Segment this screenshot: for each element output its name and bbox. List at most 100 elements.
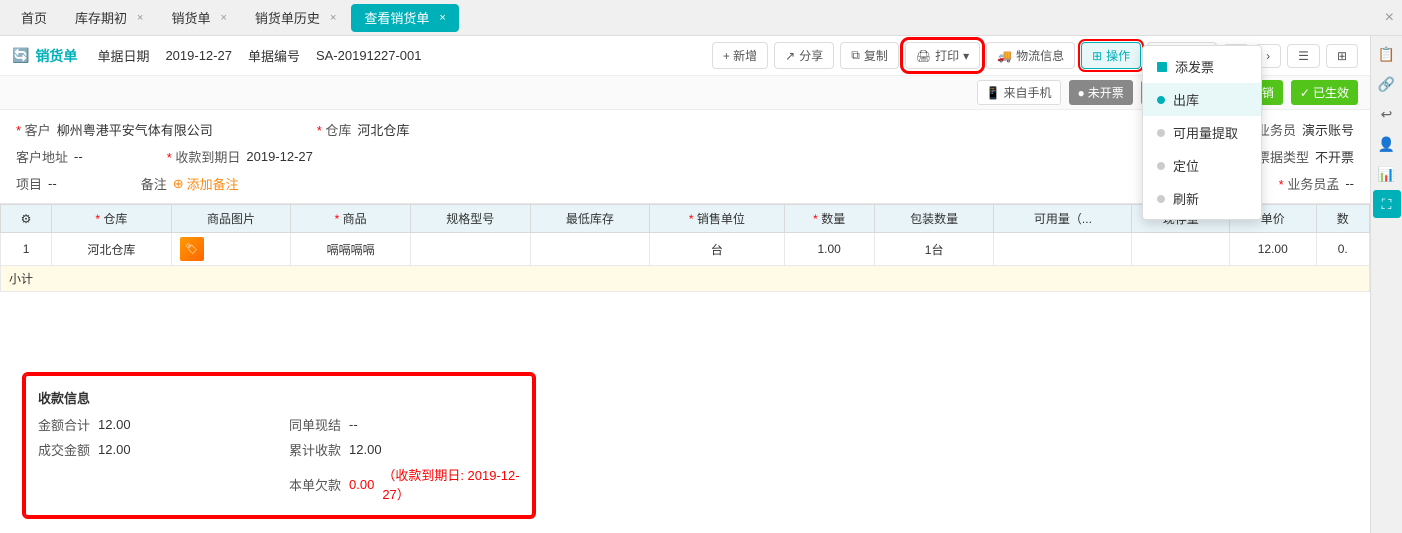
refresh-item[interactable]: 刷新	[1143, 182, 1261, 215]
operation-dropdown: 添发票 出库 可用量提取 定位 刷新	[1142, 45, 1262, 220]
sidebar-icon-1[interactable]: 📋	[1373, 40, 1401, 68]
available-extract-item[interactable]: 可用量提取	[1143, 116, 1261, 149]
effective-label: 已生效	[1313, 84, 1349, 101]
doc-title: 🔄 销货单	[12, 46, 77, 66]
total-amount-label: 金额合计	[38, 415, 90, 434]
project-value: --	[48, 176, 57, 191]
customer-label: 客户	[16, 120, 51, 139]
effective-button[interactable]: ✓ 已生效	[1291, 80, 1358, 105]
logistics-label: 物流信息	[1016, 47, 1064, 64]
print-button[interactable]: 🖨 打印 ▾	[905, 42, 980, 69]
row-img: 🏷	[171, 233, 291, 266]
operation-label: 操作	[1106, 47, 1130, 64]
col-img: 商品图片	[171, 205, 291, 233]
payment-date-field: 收款到期日 2019-12-27	[167, 147, 313, 166]
view2-button[interactable]: ⊞	[1326, 44, 1358, 68]
available-extract-label: 可用量提取	[1173, 123, 1238, 142]
customer-value: 柳州粤港平安气体有限公司	[57, 120, 213, 139]
tab-sales-close[interactable]: ×	[220, 12, 226, 24]
warehouse-value: 河北仓库	[357, 120, 409, 139]
doc-title-text: 销货单	[35, 46, 77, 66]
address-value: --	[74, 149, 83, 164]
tab-home-label: 首页	[21, 8, 47, 27]
tab-view-sales-label: 查看销货单	[364, 8, 429, 27]
tab-bar: 首页 库存期初 × 销货单 × 销货单历史 × 查看销货单 × ×	[0, 0, 1402, 36]
tab-sales-history-close[interactable]: ×	[330, 12, 336, 24]
tab-view-sales-close[interactable]: ×	[439, 12, 445, 24]
payment-date-label: 收款到期日	[167, 147, 241, 166]
refresh-icon	[1157, 195, 1165, 203]
logistics-icon: 🚚	[997, 49, 1012, 63]
copy-icon: ⧉	[851, 48, 860, 63]
project-label: 项目	[16, 174, 42, 193]
right-sidebar: 📋 🔗 ↩ 👤 📊 ⛶	[1370, 36, 1402, 533]
payment-title: 收款信息	[38, 388, 520, 407]
col-gear[interactable]: ⚙	[1, 205, 52, 233]
share-icon: ↗	[785, 49, 795, 63]
warehouse-label: 仓库	[317, 120, 352, 139]
sidebar-icon-6[interactable]: ⛶	[1373, 190, 1401, 218]
sidebar-icon-3[interactable]: ↩	[1373, 100, 1401, 128]
salesperson2-label: 业务员孟	[1279, 174, 1340, 193]
tab-inventory[interactable]: 库存期初 ×	[62, 4, 156, 32]
add-note-button[interactable]: ⊕ 添加备注	[173, 174, 239, 193]
view1-button[interactable]: ☰	[1287, 44, 1320, 68]
doc-no-label: 单据编号	[248, 46, 300, 65]
close-window[interactable]: ×	[1385, 9, 1394, 27]
tab-inventory-close[interactable]: ×	[137, 12, 143, 24]
current-due-label: 本单欠款	[289, 475, 341, 494]
operation-icon: ⊞	[1092, 49, 1102, 63]
project-field: 项目 --	[16, 174, 57, 193]
not-open-icon: ●	[1078, 86, 1085, 100]
not-open-label: 未开票	[1088, 84, 1124, 101]
outbound-label: 出库	[1173, 90, 1199, 109]
cumulative-value: 12.00	[349, 442, 382, 457]
salesperson2-value: --	[1345, 176, 1354, 191]
add-invoice-item[interactable]: 添发票	[1143, 50, 1261, 83]
sidebar-icon-4[interactable]: 👤	[1373, 130, 1401, 158]
share-button[interactable]: ↗ 分享	[774, 42, 834, 69]
tab-inventory-label: 库存期初	[75, 8, 127, 27]
row-min-stock	[530, 233, 650, 266]
cumulative-row: 累计收款 12.00	[289, 440, 520, 459]
product-thumbnail: 🏷	[180, 237, 204, 261]
sidebar-icon-2[interactable]: 🔗	[1373, 70, 1401, 98]
tab-home[interactable]: 首页	[8, 4, 60, 32]
tab-sales-history[interactable]: 销货单历史 ×	[242, 4, 349, 32]
sidebar-icon-5[interactable]: 📊	[1373, 160, 1401, 188]
col-spec: 规格型号	[410, 205, 530, 233]
row-product: 嗝嗝嗝嗝	[291, 233, 411, 266]
subtotal-label: 小计	[1, 266, 1370, 292]
print-label: 打印	[935, 47, 959, 64]
deal-amount-row: 成交金额 12.00	[38, 440, 269, 459]
operation-button[interactable]: ⊞ 操作	[1081, 42, 1141, 69]
row-warehouse: 河北仓库	[52, 233, 172, 266]
doc-date-label: 单据日期	[97, 46, 149, 65]
ticket-type-field: 票据类型 不开票	[1248, 147, 1354, 166]
ticket-type-value: 不开票	[1315, 147, 1354, 166]
tab-view-sales[interactable]: 查看销货单 ×	[351, 4, 458, 32]
not-open-button[interactable]: ● 未开票	[1069, 80, 1133, 105]
table-wrapper: ⚙ 仓库 商品图片 商品 规格型号 最低库存 销售单位 数量 包装数量 可用量（…	[0, 203, 1370, 366]
bottom-area: 收款信息 金额合计 12.00 同单现结 -- 成交金额 12.00	[0, 366, 1370, 533]
new-label: + 新增	[723, 47, 757, 64]
col-available: 可用量（...	[994, 205, 1132, 233]
current-due-value: 0.00	[349, 477, 374, 492]
tab-sales[interactable]: 销货单 ×	[158, 4, 239, 32]
doc-title-icon: 🔄	[12, 47, 29, 64]
total-amount-value: 12.00	[98, 417, 131, 432]
locate-icon	[1157, 162, 1165, 170]
outbound-item[interactable]: 出库	[1143, 83, 1261, 116]
logistics-button[interactable]: 🚚 物流信息	[986, 42, 1075, 69]
col-min-stock: 最低库存	[530, 205, 650, 233]
row-amount: 0.	[1316, 233, 1369, 266]
locate-item[interactable]: 定位	[1143, 149, 1261, 182]
copy-button[interactable]: ⧉ 复制	[840, 42, 899, 69]
refresh-label: 刷新	[1173, 189, 1199, 208]
from-mobile-button[interactable]: 📱 来自手机	[977, 80, 1061, 105]
col-qty: 数量	[784, 205, 874, 233]
new-button[interactable]: + 新增	[712, 42, 768, 69]
current-due-row: 本单欠款 0.00 （收款到期日: 2019-12-27）	[289, 465, 520, 503]
note-label: 备注	[141, 174, 167, 193]
row-no: 1	[1, 233, 52, 266]
